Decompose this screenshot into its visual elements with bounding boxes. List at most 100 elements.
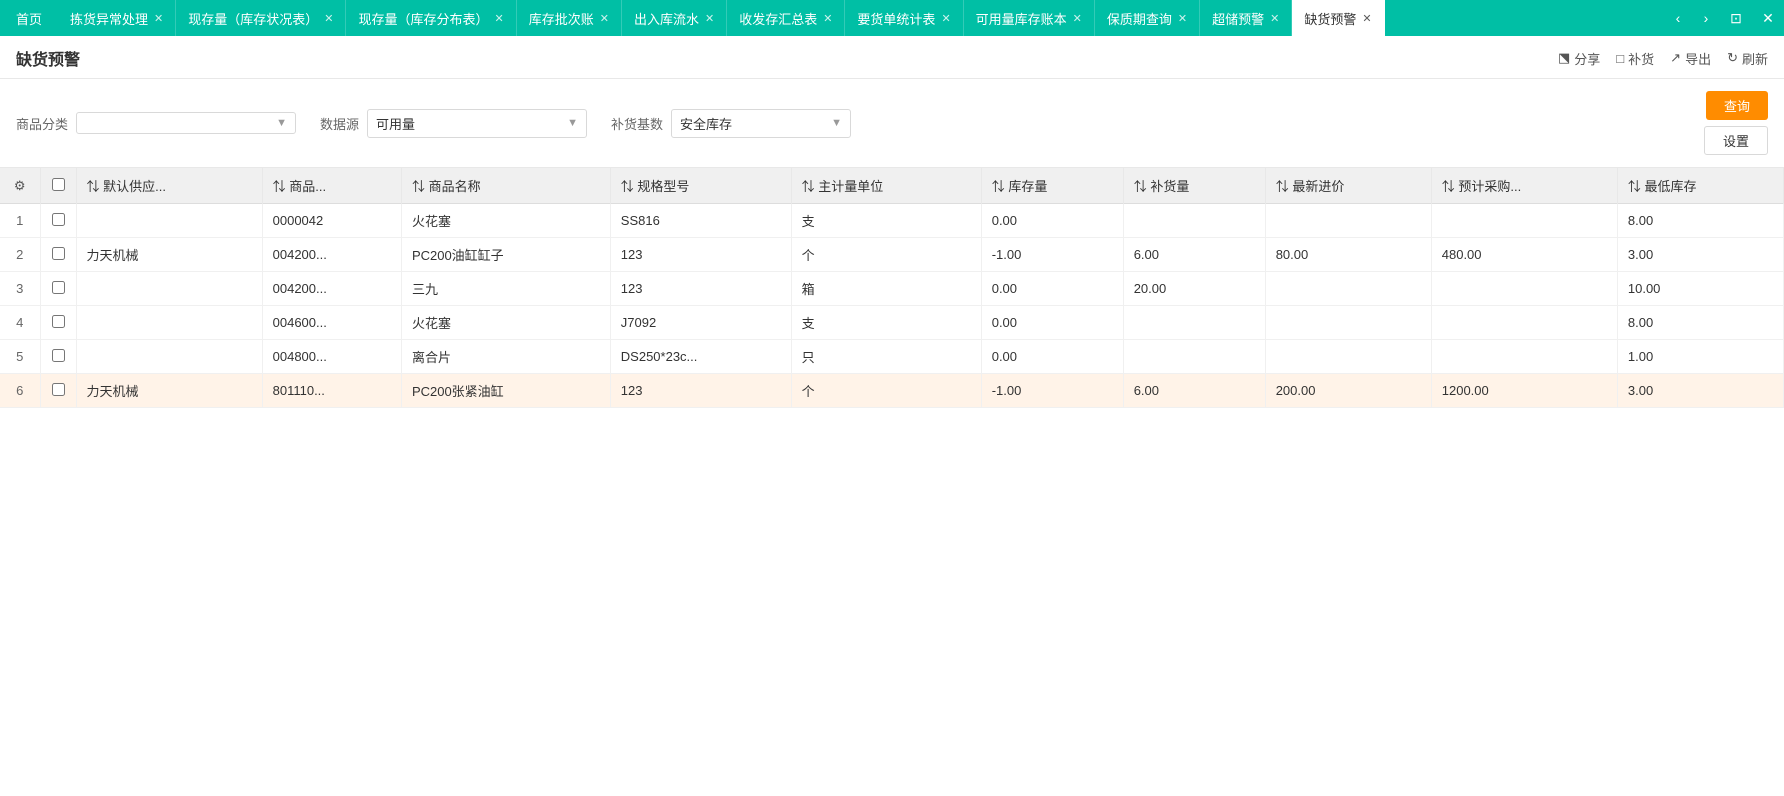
- row-checkbox[interactable]: [52, 247, 65, 260]
- nav-tab-shoufasong[interactable]: 收发存汇总表 ✕: [727, 0, 845, 36]
- table-row: 2 力天机械 004200... PC200油缸缸子 123 个 -1.00 6…: [0, 238, 1784, 272]
- nav-tab-inout-flow[interactable]: 出入库流水 ✕: [622, 0, 727, 36]
- nav-tab-yaohuo[interactable]: 要货单统计表 ✕: [845, 0, 963, 36]
- win-restore-btn[interactable]: ⊡: [1720, 0, 1752, 36]
- close-tab-yaohuo[interactable]: ✕: [941, 12, 950, 25]
- row-unit: 箱: [791, 272, 981, 306]
- close-tab-inout-flow[interactable]: ✕: [705, 12, 714, 25]
- nav-arrow-left[interactable]: ‹: [1664, 0, 1692, 36]
- close-tab-jianyi[interactable]: ✕: [154, 12, 163, 25]
- col-est-purchase[interactable]: ⇅ 预计采购...: [1431, 168, 1617, 204]
- row-replenish: 20.00: [1123, 272, 1265, 306]
- row-spec: 123: [610, 238, 791, 272]
- row-stock: 0.00: [981, 204, 1123, 238]
- row-checkbox-cell[interactable]: [40, 204, 76, 238]
- data-table: ⚙ ⇅ 默认供应... ⇅ 商品... ⇅ 商品名称: [0, 168, 1784, 408]
- row-checkbox[interactable]: [52, 213, 65, 226]
- row-supplier: 力天机械: [76, 238, 262, 272]
- row-latest-price: 200.00: [1265, 374, 1431, 408]
- replenish-button[interactable]: □ 补货: [1616, 49, 1654, 68]
- datasource-label: 数据源: [320, 114, 359, 133]
- table-row: 3 004200... 三九 123 箱 0.00 20.00 10.00: [0, 272, 1784, 306]
- col-unit[interactable]: ⇅ 主计量单位: [791, 168, 981, 204]
- nav-tab-chaochу[interactable]: 超储预警 ✕: [1200, 0, 1292, 36]
- close-tab-baozhi[interactable]: ✕: [1178, 12, 1187, 25]
- row-min-stock: 3.00: [1617, 238, 1783, 272]
- close-tab-xianzun-dist[interactable]: ✕: [495, 12, 504, 25]
- row-checkbox-cell[interactable]: [40, 306, 76, 340]
- row-est-purchase: [1431, 306, 1617, 340]
- nav-arrows: ‹ › ⊡ ✕: [1664, 0, 1784, 36]
- row-checkbox[interactable]: [52, 383, 65, 396]
- close-tab-xianzun-status[interactable]: ✕: [324, 12, 333, 25]
- replenish-base-select-value: 安全库存: [680, 114, 732, 133]
- row-checkbox-cell[interactable]: [40, 340, 76, 374]
- select-all-checkbox[interactable]: [52, 178, 65, 191]
- refresh-icon: ↻: [1727, 50, 1738, 66]
- share-icon: ⬔: [1558, 50, 1570, 66]
- nav-tab-xianzun-status[interactable]: 现存量（库存状况表） ✕: [176, 0, 346, 36]
- row-checkbox-cell[interactable]: [40, 272, 76, 306]
- row-code: 004800...: [262, 340, 401, 374]
- row-checkbox-cell[interactable]: [40, 374, 76, 408]
- table-row: 1 0000042 火花塞 SS816 支 0.00 8.00: [0, 204, 1784, 238]
- col-supplier[interactable]: ⇅ 默认供应...: [76, 168, 262, 204]
- col-code[interactable]: ⇅ 商品...: [262, 168, 401, 204]
- nav-tab-keyong[interactable]: 可用量库存账本 ✕: [964, 0, 1095, 36]
- row-supplier: [76, 340, 262, 374]
- nav-tab-home[interactable]: 首页: [0, 0, 58, 36]
- col-spec[interactable]: ⇅ 规格型号: [610, 168, 791, 204]
- row-latest-price: [1265, 272, 1431, 306]
- category-select[interactable]: ▼: [76, 112, 296, 134]
- row-checkbox[interactable]: [52, 281, 65, 294]
- close-tab-quehuо[interactable]: ✕: [1362, 12, 1371, 25]
- datasource-select[interactable]: 可用量 ▼: [367, 109, 587, 138]
- replenish-base-label: 补货基数: [611, 114, 663, 133]
- col-latest-price[interactable]: ⇅ 最新进价: [1265, 168, 1431, 204]
- col-replenish[interactable]: ⇅ 补货量: [1123, 168, 1265, 204]
- row-code: 004200...: [262, 272, 401, 306]
- settings-button[interactable]: 设置: [1704, 126, 1768, 155]
- col-settings[interactable]: ⚙: [0, 168, 40, 204]
- header-actions: ⬔ 分享 □ 补货 ↗ 导出 ↻ 刷新: [1558, 49, 1768, 68]
- share-button[interactable]: ⬔ 分享: [1558, 49, 1600, 68]
- col-stock[interactable]: ⇅ 库存量: [981, 168, 1123, 204]
- refresh-button[interactable]: ↻ 刷新: [1727, 49, 1768, 68]
- row-min-stock: 8.00: [1617, 306, 1783, 340]
- row-replenish: 6.00: [1123, 238, 1265, 272]
- query-button[interactable]: 查询: [1706, 91, 1768, 120]
- col-name[interactable]: ⇅ 商品名称: [401, 168, 610, 204]
- close-tab-keyong[interactable]: ✕: [1073, 12, 1082, 25]
- nav-tab-xianzun-dist[interactable]: 现存量（库存分布表） ✕: [346, 0, 516, 36]
- datasource-filter-group: 数据源 可用量 ▼: [320, 109, 587, 138]
- row-stock: 0.00: [981, 272, 1123, 306]
- row-est-purchase: 480.00: [1431, 238, 1617, 272]
- row-replenish: [1123, 340, 1265, 374]
- row-code: 0000042: [262, 204, 401, 238]
- category-dropdown-icon: ▼: [276, 117, 287, 129]
- row-checkbox-cell[interactable]: [40, 238, 76, 272]
- nav-tab-quehuо[interactable]: 缺货预警 ✕: [1292, 0, 1384, 36]
- row-latest-price: [1265, 306, 1431, 340]
- nav-arrow-right[interactable]: ›: [1692, 0, 1720, 36]
- close-tab-kucun-batch[interactable]: ✕: [600, 12, 609, 25]
- category-filter-group: 商品分类 ▼: [16, 112, 296, 134]
- row-name: 三九: [401, 272, 610, 306]
- nav-tab-kucun-batch[interactable]: 库存批次账 ✕: [517, 0, 622, 36]
- win-close-btn[interactable]: ✕: [1752, 0, 1784, 36]
- close-tab-chaochу[interactable]: ✕: [1270, 12, 1279, 25]
- replenish-base-select[interactable]: 安全库存 ▼: [671, 109, 851, 138]
- nav-tab-jianyi[interactable]: 拣货异常处理 ✕: [58, 0, 176, 36]
- row-checkbox[interactable]: [52, 349, 65, 362]
- row-stock: -1.00: [981, 238, 1123, 272]
- row-stock: 0.00: [981, 306, 1123, 340]
- row-name: 离合片: [401, 340, 610, 374]
- nav-tab-baozhi[interactable]: 保质期查询 ✕: [1095, 0, 1200, 36]
- row-checkbox[interactable]: [52, 315, 65, 328]
- col-min-stock[interactable]: ⇅ 最低库存: [1617, 168, 1783, 204]
- row-name: 火花塞: [401, 306, 610, 340]
- export-button[interactable]: ↗ 导出: [1670, 49, 1711, 68]
- row-num: 3: [0, 272, 40, 306]
- row-supplier: [76, 204, 262, 238]
- close-tab-shoufasong[interactable]: ✕: [823, 12, 832, 25]
